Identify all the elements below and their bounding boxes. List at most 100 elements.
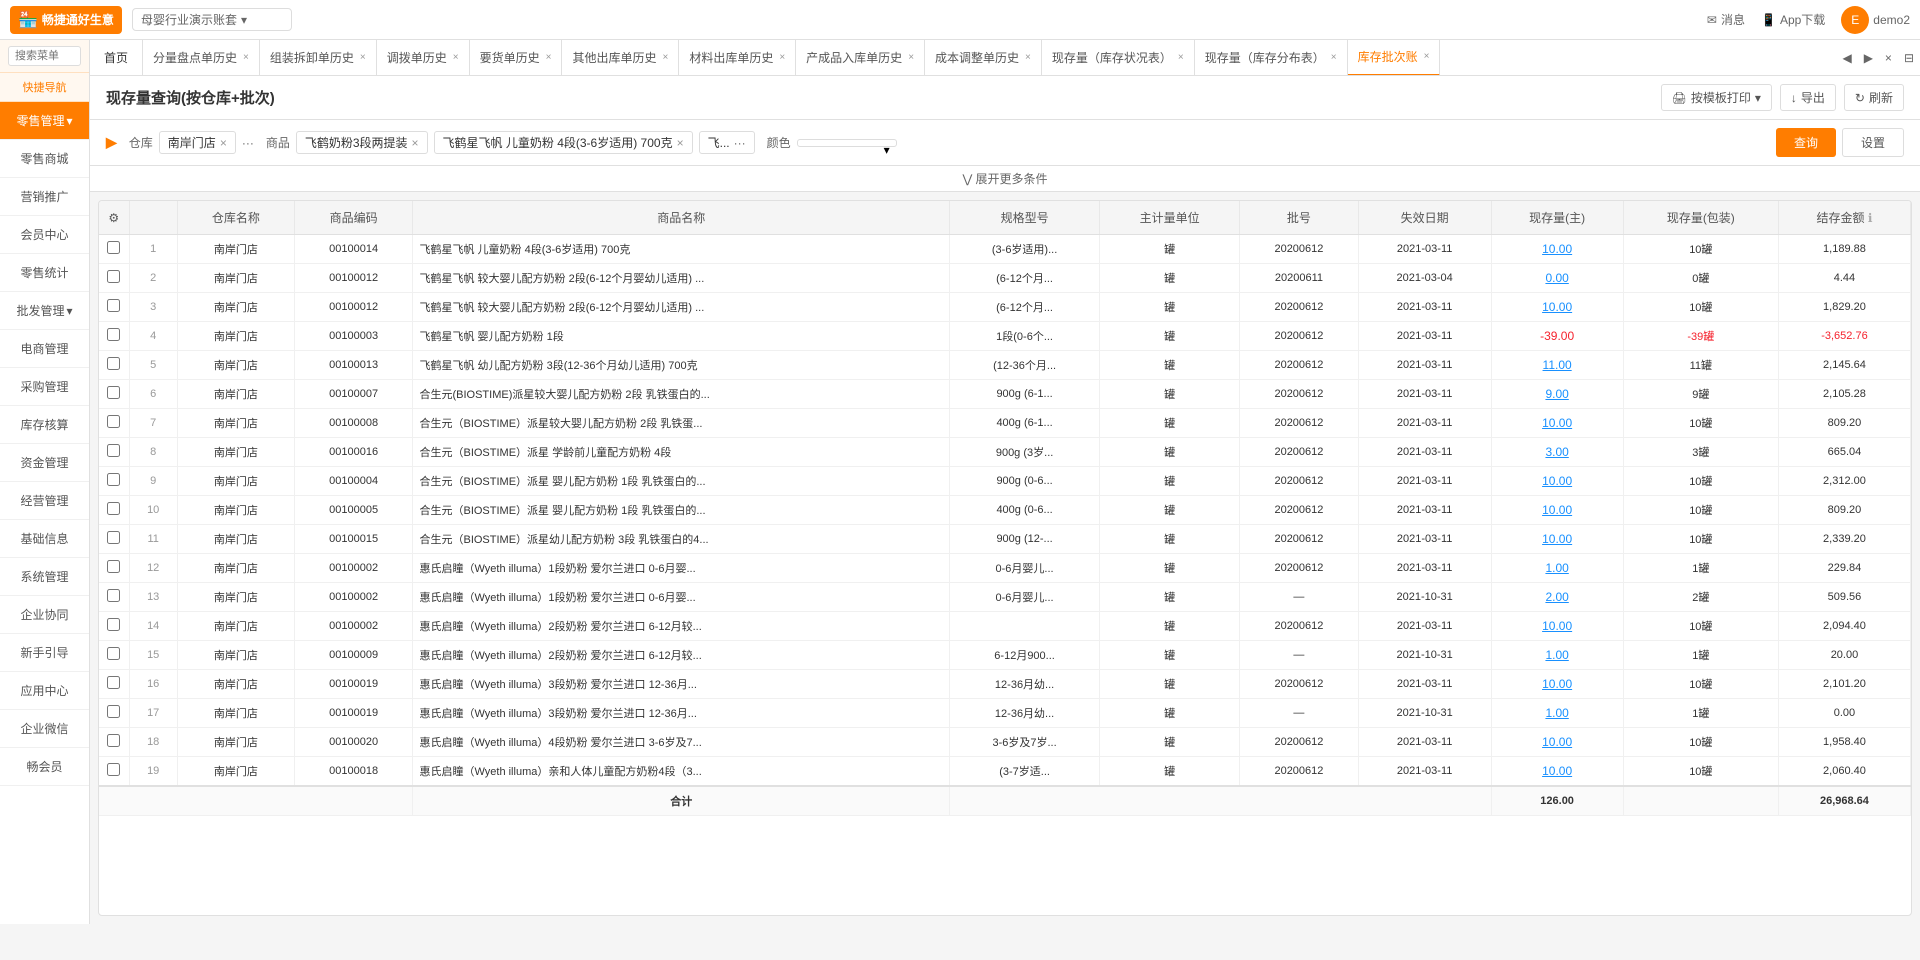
row-checkbox[interactable] [99,293,129,322]
expand-more-bar[interactable]: ⋁ 展开更多条件 [90,166,1920,192]
sidebar-item-marketing[interactable]: 营销推广 [0,178,89,216]
row-qty-main[interactable]: 10.00 [1491,467,1623,496]
row-qty-main[interactable]: 10.00 [1491,757,1623,787]
row-qty-main[interactable]: 10.00 [1491,670,1623,699]
tab-diaobodanhis[interactable]: 调拨单历史 × [377,40,470,76]
tab-close-icon[interactable]: × [360,52,366,63]
search-input[interactable] [8,46,81,66]
product-remove-1-icon[interactable]: × [412,136,419,150]
quick-nav[interactable]: 快捷导航 [0,73,89,102]
row-qty-main[interactable]: 10.00 [1491,525,1623,554]
row-checkbox[interactable] [99,496,129,525]
row-checkbox[interactable] [99,322,129,351]
row-qty-main[interactable]: 0.00 [1491,264,1623,293]
row-checkbox[interactable] [99,235,129,264]
row-checkbox[interactable] [99,728,129,757]
row-checkbox[interactable] [99,554,129,583]
sidebar-item-retail-mall[interactable]: 零售商城 [0,140,89,178]
sidebar-item-member-center[interactable]: 会员中心 [0,216,89,254]
tab-xiancunliang-kuanzhuang[interactable]: 现存量（库存状况表） × [1042,40,1195,76]
tab-prev-icon[interactable]: ◀ [1836,51,1857,65]
tab-close-all-icon[interactable]: × [1879,51,1898,65]
sidebar-item-operations[interactable]: 经营管理 [0,482,89,520]
row-checkbox[interactable] [99,351,129,380]
row-checkbox[interactable] [99,641,129,670]
template-print-button[interactable]: 🖨 按模板打印 ▾ [1661,84,1772,111]
sidebar-item-basic-info[interactable]: 基础信息 [0,520,89,558]
row-checkbox[interactable] [99,612,129,641]
sidebar-item-wholesale[interactable]: 批发管理 ▾ [0,292,89,330]
tab-qitachuku[interactable]: 其他出库单历史 × [562,40,679,76]
tab-close-icon[interactable]: × [1331,52,1337,63]
sidebar-item-enterprise[interactable]: 企业协同 [0,596,89,634]
row-checkbox[interactable] [99,583,129,612]
row-qty-main[interactable]: 1.00 [1491,554,1623,583]
tab-cailiaochuku[interactable]: 材料出库单历史 × [679,40,796,76]
refresh-button[interactable]: ↻ 刷新 [1844,84,1904,111]
sidebar-item-system[interactable]: 系统管理 [0,558,89,596]
query-button[interactable]: 查询 [1776,128,1836,157]
tab-kucunpici[interactable]: 库存批次账 × [1348,40,1441,76]
row-qty-main[interactable]: 2.00 [1491,583,1623,612]
tab-close-icon[interactable]: × [1025,52,1031,63]
row-qty-main[interactable]: -39.00 [1491,322,1623,351]
message-button[interactable]: ✉ 消息 [1707,11,1745,28]
sidebar-item-retail-stats[interactable]: 零售统计 [0,254,89,292]
row-checkbox[interactable] [99,699,129,728]
row-qty-main[interactable]: 10.00 [1491,728,1623,757]
tab-close-icon[interactable]: × [453,52,459,63]
product-remove-2-icon[interactable]: × [677,136,684,150]
color-dropdown[interactable]: ▾ [797,139,897,147]
row-checkbox[interactable] [99,409,129,438]
sidebar-item-guide[interactable]: 新手引导 [0,634,89,672]
row-checkbox[interactable] [99,757,129,787]
warehouse-remove-icon[interactable]: × [220,136,227,150]
sidebar-item-app-center[interactable]: 应用中心 [0,672,89,710]
tab-fenliangpandian[interactable]: 分量盘点单历史 × [143,40,260,76]
row-checkbox[interactable] [99,670,129,699]
col-settings[interactable]: ⚙ [99,201,129,235]
row-checkbox[interactable] [99,467,129,496]
tab-zuzhuangchaichuan[interactable]: 组装拆卸单历史 × [260,40,377,76]
tab-next-icon[interactable]: ▶ [1858,51,1879,65]
row-checkbox[interactable] [99,438,129,467]
industry-selector[interactable]: 母婴行业演示账套 ▾ [132,8,292,31]
tab-chanpinruku[interactable]: 产成品入库单历史 × [796,40,925,76]
product-tag-2[interactable]: 飞鹤星飞帆 儿童奶粉 4段(3-6岁适用) 700克 × [434,131,693,154]
app-download-button[interactable]: 📱 App下载 [1761,11,1825,28]
sidebar-item-ecommerce[interactable]: 电商管理 [0,330,89,368]
row-checkbox[interactable] [99,525,129,554]
tab-chengjiaodianji[interactable]: 成本调整单历史 × [925,40,1042,76]
product-more[interactable]: ··· [734,136,746,150]
sidebar-item-retail-management[interactable]: 零售管理 ▾ [0,102,89,140]
sidebar-item-membership[interactable]: 畅会员 [0,748,89,786]
row-checkbox[interactable] [99,380,129,409]
product-tag-1[interactable]: 飞鹤奶粉3段两提装 × [296,131,428,154]
row-qty-main[interactable]: 10.00 [1491,496,1623,525]
tab-close-icon[interactable]: × [1424,51,1430,62]
sidebar-item-wecom[interactable]: 企业微信 [0,710,89,748]
warehouse-tag[interactable]: 南岸门店 × [159,131,236,154]
tab-close-icon[interactable]: × [908,52,914,63]
amount-info-icon[interactable]: ℹ [1868,211,1873,225]
export-button[interactable]: ↓ 导出 [1780,84,1836,111]
user-profile[interactable]: E demo2 [1841,6,1910,34]
sidebar-item-inventory[interactable]: 库存核算 [0,406,89,444]
tab-more-icon[interactable]: ⊟ [1898,51,1920,65]
tab-yaohuo[interactable]: 要货单历史 × [470,40,563,76]
tab-close-icon[interactable]: × [1178,52,1184,63]
tab-close-icon[interactable]: × [662,52,668,63]
tab-home[interactable]: 首页 [90,40,143,76]
row-qty-main[interactable]: 10.00 [1491,612,1623,641]
row-qty-main[interactable]: 1.00 [1491,699,1623,728]
sidebar-item-purchase[interactable]: 采购管理 [0,368,89,406]
row-qty-main[interactable]: 10.00 [1491,293,1623,322]
tab-xiancunliang-fenbiao[interactable]: 现存量（库存分布表） × [1195,40,1348,76]
row-qty-main[interactable]: 9.00 [1491,380,1623,409]
settings-button[interactable]: 设置 [1842,128,1904,157]
row-checkbox[interactable] [99,264,129,293]
tab-close-icon[interactable]: × [546,52,552,63]
row-qty-main[interactable]: 3.00 [1491,438,1623,467]
row-qty-main[interactable]: 10.00 [1491,235,1623,264]
filter-expand-icon[interactable]: ▶ [106,134,117,151]
